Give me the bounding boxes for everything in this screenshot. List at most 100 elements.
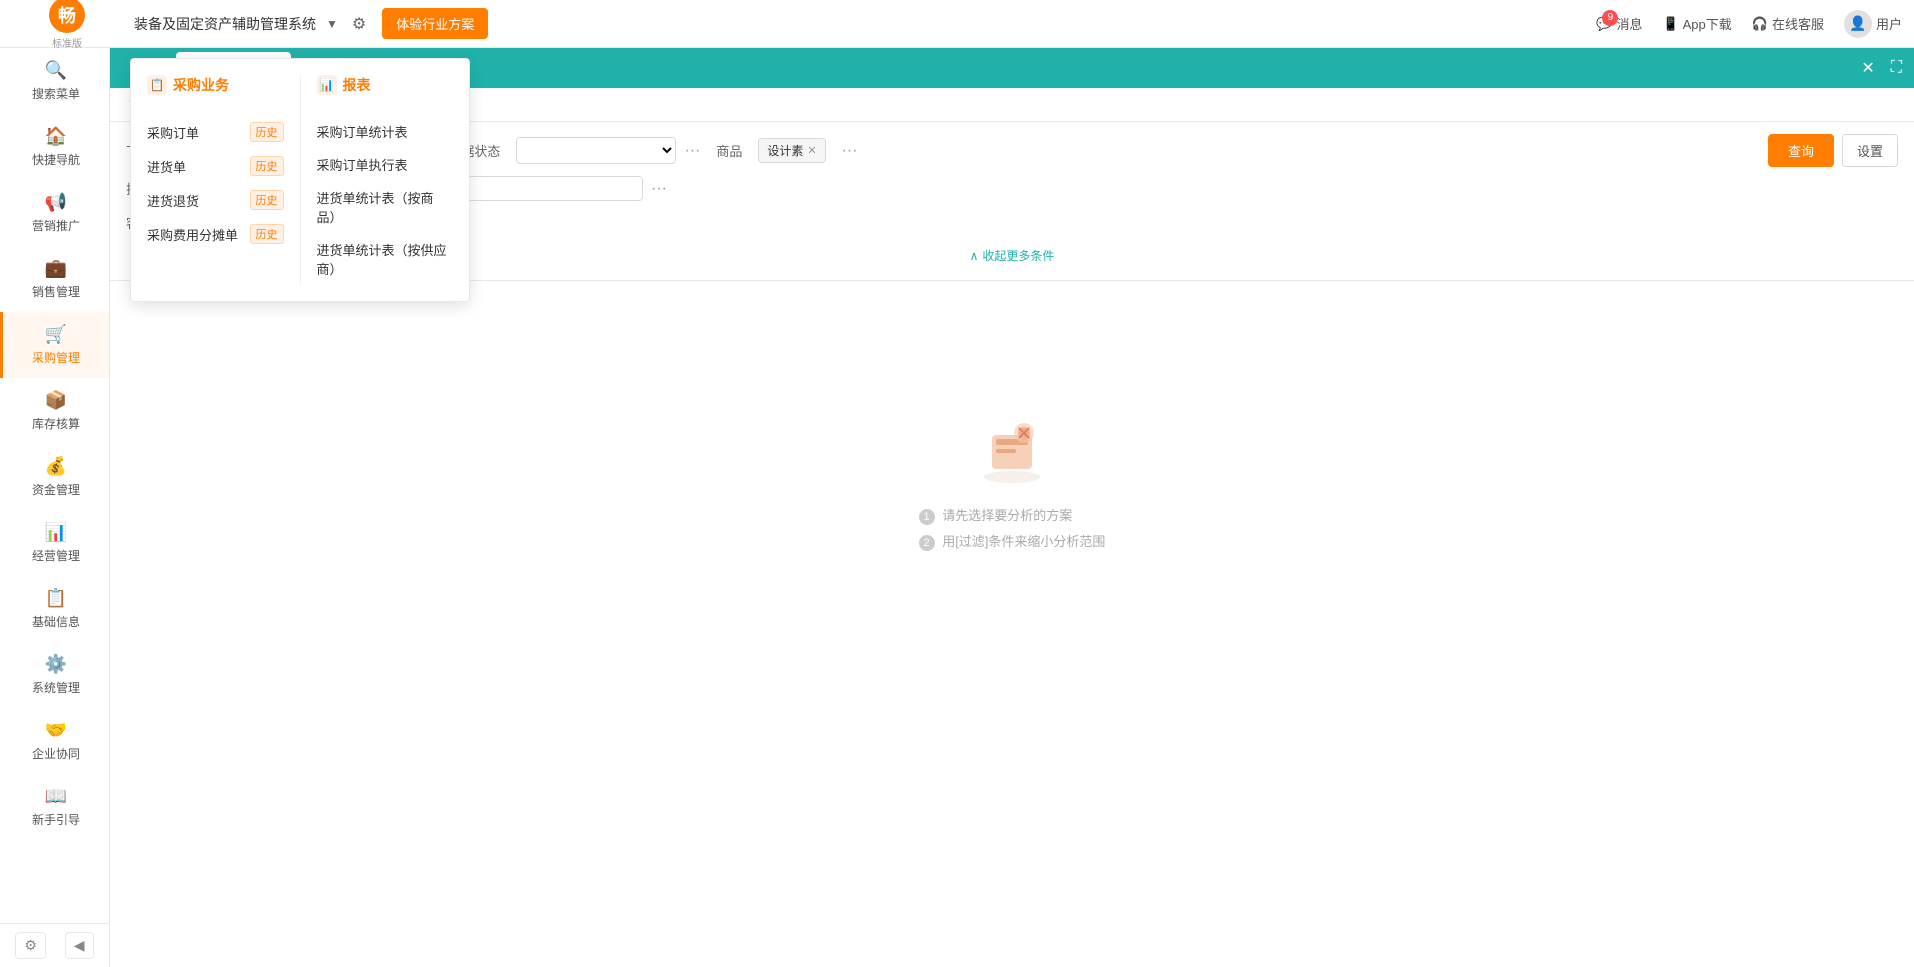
topbar-gear-button[interactable]: ⚙ <box>348 10 370 38</box>
capital-icon: 💰 <box>45 456 67 477</box>
sidebar-label-basic: 基础信息 <box>32 613 80 630</box>
sales-icon: 💼 <box>45 258 67 279</box>
salesman-input[interactable] <box>449 176 643 201</box>
empty-hint-2: 2 用[过滤]条件来缩小分析范围 <box>919 529 1106 555</box>
inventory-icon: 📦 <box>45 390 67 411</box>
sidebar-item-search[interactable]: 🔍 搜索菜单 <box>0 48 109 114</box>
sidebar-item-guide[interactable]: 📖 新手引导 <box>0 774 109 840</box>
dropdown-item-incoming[interactable]: 进货单 历史 <box>147 149 284 183</box>
topbar: 畅 标准版 装备及固定资产辅助管理系统 ▼ ⚙ 体验行业方案 💬 9 消息 📱 … <box>0 0 1914 48</box>
enterprise-icon: 🤝 <box>45 720 67 741</box>
purchase-order-label: 采购订单 <box>147 123 199 142</box>
tab-bar-expand-button[interactable]: ⛶ <box>1887 55 1906 81</box>
sidebar-item-operation[interactable]: 📊 经营管理 <box>0 510 109 576</box>
dropdown-purchase-title: 📋 采购业务 <box>147 75 284 103</box>
report-title-icon: 📊 <box>317 75 337 95</box>
sidebar-item-inventory[interactable]: 📦 库存核算 <box>0 378 109 444</box>
tab-bar-close-button[interactable]: ✕ <box>1857 54 1878 82</box>
sidebar-item-system[interactable]: ⚙️ 系统管理 <box>0 642 109 708</box>
sidebar-label-guide: 新手引导 <box>32 811 80 828</box>
incoming-history-badge: 历史 <box>250 156 284 176</box>
dropdown-report-title: 📊 报表 <box>317 75 454 103</box>
filter-actions: 查询 设置 <box>1768 134 1898 167</box>
user-label: 用户 <box>1876 14 1902 33</box>
query-button[interactable]: 查询 <box>1768 134 1834 167</box>
empty-hint-1: 1 请先选择要分析的方案 <box>919 503 1106 529</box>
avatar-initials: 👤 <box>1849 15 1866 32</box>
collapse-up-icon: ∧ <box>970 249 979 263</box>
filter-settings-button[interactable]: 设置 <box>1842 134 1898 167</box>
goods-ellipsis[interactable]: ··· <box>842 142 858 160</box>
status-ellipsis[interactable]: ··· <box>684 142 700 160</box>
sidebar-label-operation: 经营管理 <box>32 547 80 564</box>
salesman-ellipsis[interactable]: ··· <box>651 180 667 198</box>
sidebar-item-capital[interactable]: 💰 资金管理 <box>0 444 109 510</box>
empty-text: 1 请先选择要分析的方案 2 用[过滤]条件来缩小分析范围 <box>919 503 1106 555</box>
sidebar-item-basic[interactable]: 📋 基础信息 <box>0 576 109 642</box>
goods-tag: 设计素 ✕ <box>758 138 825 163</box>
return-history-badge: 历史 <box>250 190 284 210</box>
dropdown-item-incoming-stats-supplier[interactable]: 进货单统计表（按供应商） <box>317 233 454 285</box>
topbar-middle: 装备及固定资产辅助管理系统 ▼ ⚙ 体验行业方案 <box>122 8 1596 39</box>
dropdown-item-expense[interactable]: 采购费用分摊单 历史 <box>147 217 284 251</box>
dropdown-item-purchase-order-exec[interactable]: 采购订单执行表 <box>317 148 454 181</box>
dropdown-item-return[interactable]: 进货退货 历史 <box>147 183 284 217</box>
sidebar-settings-button[interactable]: ⚙ <box>15 932 46 959</box>
system-icon: ⚙️ <box>45 654 67 675</box>
messages-button[interactable]: 💬 9 消息 <box>1596 14 1642 33</box>
goods-tag-close-icon[interactable]: ✕ <box>807 144 816 157</box>
expense-label: 采购费用分摊单 <box>147 225 238 244</box>
sidebar-label-purchase: 采购管理 <box>32 349 80 366</box>
sidebar-item-enterprise[interactable]: 🤝 企业协同 <box>0 708 109 774</box>
return-label: 进货退货 <box>147 191 199 210</box>
sidebar-label-enterprise: 企业协同 <box>32 745 80 762</box>
message-icon-wrapper: 💬 9 <box>1596 16 1612 32</box>
logo[interactable]: 畅 标准版 <box>12 0 122 50</box>
sidebar-label-system: 系统管理 <box>32 679 80 696</box>
dropdown-item-purchase-order-stats[interactable]: 采购订单统计表 <box>317 115 454 148</box>
sidebar-label-marketing: 营销推广 <box>32 217 80 234</box>
headset-icon: 🎧 <box>1752 16 1768 32</box>
expense-history-badge: 历史 <box>250 224 284 244</box>
tab-bar-right: ✕ ⛶ <box>1857 54 1906 82</box>
marketing-icon: 📢 <box>45 192 67 213</box>
guide-icon: 📖 <box>45 786 67 807</box>
online-service-label: 在线客服 <box>1772 14 1824 33</box>
empty-image <box>972 407 1052 487</box>
sidebar-collapse-button[interactable]: ◀ <box>65 932 94 959</box>
sidebar-label-sales: 销售管理 <box>32 283 80 300</box>
topbar-right: 💬 9 消息 📱 App下载 🎧 在线客服 👤 用户 <box>1596 10 1902 38</box>
sidebar-label-capital: 资金管理 <box>32 481 80 498</box>
purchase-order-history-badge: 历史 <box>250 122 284 142</box>
online-service-button[interactable]: 🎧 在线客服 <box>1752 14 1824 33</box>
avatar: 👤 <box>1844 10 1872 38</box>
sidebar-label-inventory: 库存核算 <box>32 415 80 432</box>
sidebar-bottom: ⚙ ◀ <box>0 923 109 967</box>
app-download-button[interactable]: 📱 App下载 <box>1662 14 1731 33</box>
search-icon: 🔍 <box>45 60 67 81</box>
incoming-stats-goods-label: 进货单统计表（按商品） <box>317 188 454 226</box>
purchase-dropdown-menu: 📋 采购业务 采购订单 历史 进货单 历史 进货退货 历史 采购费用分摊单 历史… <box>130 58 470 302</box>
industry-solution-button[interactable]: 体验行业方案 <box>382 8 488 39</box>
incoming-label: 进货单 <box>147 157 186 176</box>
system-dropdown-button[interactable]: ▼ <box>324 15 340 33</box>
dropdown-purchase-col: 📋 采购业务 采购订单 历史 进货单 历史 进货退货 历史 采购费用分摊单 历史 <box>131 75 300 285</box>
sidebar-item-quick-nav[interactable]: 🏠 快捷导航 <box>0 114 109 180</box>
sidebar-item-marketing[interactable]: 📢 营销推广 <box>0 180 109 246</box>
purchase-icon: 🛒 <box>45 324 67 345</box>
sidebar-item-purchase[interactable]: 🛒 采购管理 <box>0 312 109 378</box>
sidebar-item-sales[interactable]: 💼 销售管理 <box>0 246 109 312</box>
purchase-order-stats-label: 采购订单统计表 <box>317 122 408 141</box>
goods-label: 商品 <box>716 141 742 160</box>
user-menu-button[interactable]: 👤 用户 <box>1844 10 1902 38</box>
empty-state: 1 请先选择要分析的方案 2 用[过滤]条件来缩小分析范围 <box>110 281 1914 681</box>
home-icon: 🏠 <box>45 126 67 147</box>
sidebar-label-quick-nav: 快捷导航 <box>32 151 80 168</box>
dropdown-item-purchase-order[interactable]: 采购订单 历史 <box>147 115 284 149</box>
dropdown-item-incoming-stats-goods[interactable]: 进货单统计表（按商品） <box>317 181 454 233</box>
sidebar-label-search: 搜索菜单 <box>32 85 80 102</box>
status-select[interactable] <box>516 137 676 164</box>
logo-icon: 畅 <box>49 0 85 33</box>
incoming-stats-supplier-label: 进货单统计表（按供应商） <box>317 240 454 278</box>
collapse-conditions-button[interactable]: ∧ 收起更多条件 <box>970 247 1055 264</box>
